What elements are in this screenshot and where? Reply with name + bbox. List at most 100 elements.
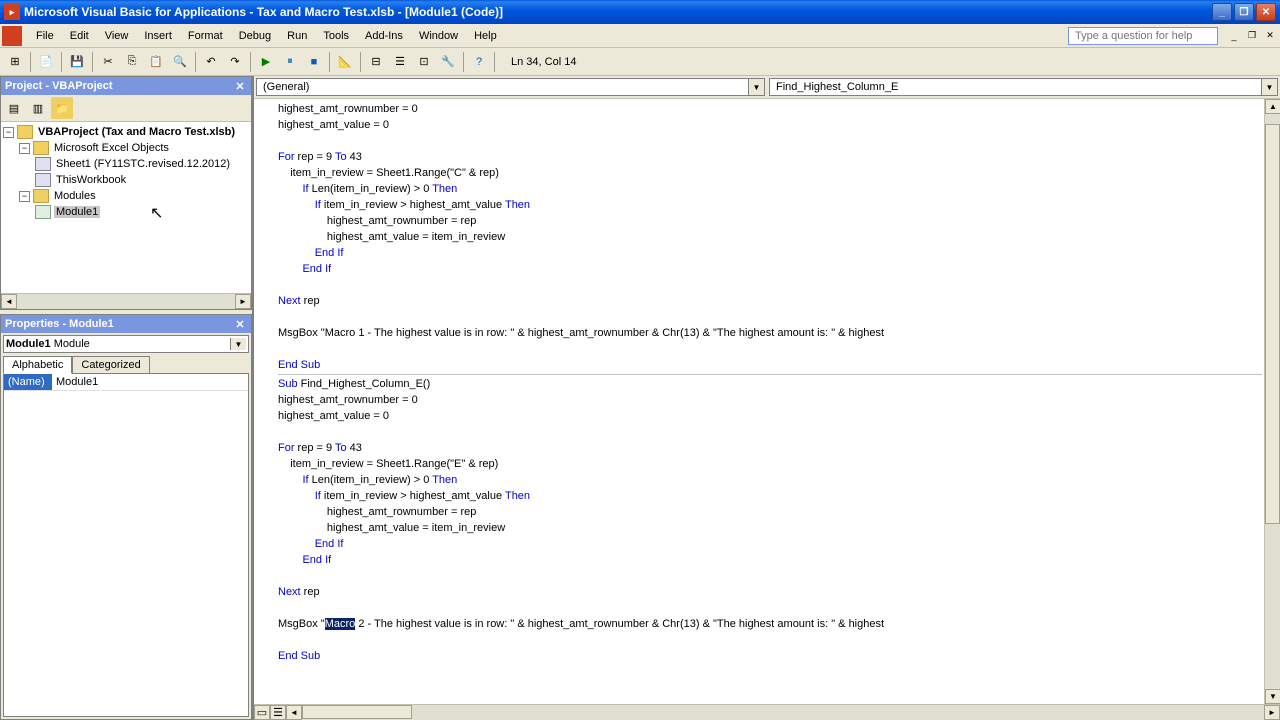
code-hscrollbar[interactable]: ▭ ☰ ◄ ► [254,704,1280,720]
tree-excel-objects[interactable]: Microsoft Excel Objects [52,142,171,154]
code-vscrollbar[interactable]: ▲ ▼ [1264,99,1280,704]
cursor-position-label: Ln 34, Col 14 [507,54,580,70]
object-browser-button[interactable]: ⊡ [413,51,435,73]
tab-alphabetic[interactable]: Alphabetic [3,356,72,374]
menubar: File Edit View Insert Format Debug Run T… [0,24,1280,48]
cut-button[interactable]: ✂ [97,51,119,73]
app-icon: ▸ [4,4,20,20]
mdi-minimize-button[interactable]: _ [1226,29,1242,43]
sheet-icon [35,157,51,171]
mdi-close-button[interactable]: ✕ [1262,29,1278,43]
project-panel-close-button[interactable]: ✕ [233,79,247,93]
scroll-down-button[interactable]: ▼ [1265,689,1280,704]
scroll-left-button[interactable]: ◄ [286,705,302,720]
help-search-input[interactable] [1068,27,1218,45]
menu-tools[interactable]: Tools [315,27,357,45]
menu-insert[interactable]: Insert [136,27,180,45]
dropdown-icon[interactable]: ▼ [748,79,764,95]
code-editor-area: (General) ▼ Find_Highest_Column_E ▼ high… [254,76,1280,720]
minimize-button[interactable]: _ [1212,3,1232,21]
project-icon [17,125,33,139]
project-tree[interactable]: − VBAProject (Tax and Macro Test.xlsb) −… [1,122,251,293]
menu-run[interactable]: Run [279,27,315,45]
titlebar[interactable]: ▸ Microsoft Visual Basic for Application… [0,0,1280,24]
menu-edit[interactable]: Edit [62,27,97,45]
view-object-button[interactable]: ▥ [27,97,49,119]
paste-button[interactable]: 📋 [145,51,167,73]
toolbox-button[interactable]: 🔧 [437,51,459,73]
insert-button[interactable]: 📄 [35,51,57,73]
menu-debug[interactable]: Debug [231,27,279,45]
folder-icon [33,189,49,203]
menu-help[interactable]: Help [466,27,505,45]
tree-root[interactable]: VBAProject (Tax and Macro Test.xlsb) [36,126,237,138]
project-panel-title-text: Project - VBAProject [5,80,113,92]
reset-button[interactable]: ■ [303,51,325,73]
undo-button[interactable]: ↶ [200,51,222,73]
project-hscrollbar[interactable]: ◄ ► [1,293,251,309]
toggle-folders-button[interactable]: 📁 [51,97,73,119]
run-button[interactable]: ▶ [255,51,277,73]
props-panel-title: Properties - Module1 ✕ [1,315,251,333]
design-mode-button[interactable]: 📐 [334,51,356,73]
object-dropdown-value: (General) [257,79,748,95]
vba-icon [2,26,22,46]
scroll-up-button[interactable]: ▲ [1265,99,1280,114]
prop-name-value[interactable]: Module1 [52,374,248,390]
code-editor[interactable]: highest_amt_rownumber = 0 highest_amt_va… [254,99,1264,704]
selected-text: Macro [325,618,356,630]
workbook-icon [35,173,51,187]
menu-window[interactable]: Window [411,27,466,45]
project-explorer-panel: Project - VBAProject ✕ ▤ ▥ 📁 − VBAProjec… [0,76,252,310]
scroll-thumb[interactable] [302,705,412,719]
help-button[interactable]: ? [468,51,490,73]
view-code-button[interactable]: ▤ [3,97,25,119]
window-title: Microsoft Visual Basic for Applications … [24,5,1212,19]
menu-addins[interactable]: Add-Ins [357,27,411,45]
procedure-dropdown-value: Find_Highest_Column_E [770,79,1261,95]
maximize-button[interactable]: ❐ [1234,3,1254,21]
properties-panel: Properties - Module1 ✕ Module1 Module ▼ … [0,314,252,720]
menu-view[interactable]: View [97,27,137,45]
toolbar: ⊞ 📄 💾 ✂ ⎘ 📋 🔍 ↶ ↷ ▶ ⏸ ■ 📐 ⊟ ☰ ⊡ 🔧 ? Ln 3… [0,48,1280,76]
tree-module1[interactable]: Module1 [54,206,100,218]
properties-grid[interactable]: (Name) Module1 [3,373,249,717]
break-button[interactable]: ⏸ [279,51,301,73]
tree-thisworkbook[interactable]: ThisWorkbook [54,174,128,186]
menu-file[interactable]: File [28,27,62,45]
scroll-thumb[interactable] [1265,124,1280,524]
find-button[interactable]: 🔍 [169,51,191,73]
scroll-right-button[interactable]: ► [1264,705,1280,720]
properties-button[interactable]: ☰ [389,51,411,73]
prop-name-label: (Name) [4,374,52,390]
tree-toggle-icon[interactable]: − [19,191,30,202]
dropdown-icon[interactable]: ▼ [230,338,246,350]
props-panel-close-button[interactable]: ✕ [233,317,247,331]
tree-modules-folder[interactable]: Modules [52,190,98,202]
tree-sheet1[interactable]: Sheet1 (FY11STC.revised.12.2012) [54,158,232,170]
scroll-right-button[interactable]: ► [235,294,251,309]
props-panel-title-text: Properties - Module1 [5,318,114,330]
dropdown-icon[interactable]: ▼ [1261,79,1277,95]
view-excel-button[interactable]: ⊞ [4,51,26,73]
copy-button[interactable]: ⎘ [121,51,143,73]
procedure-view-button[interactable]: ▭ [254,705,270,720]
tab-categorized[interactable]: Categorized [72,356,149,374]
props-object-combo[interactable]: Module1 Module ▼ [3,335,249,353]
procedure-dropdown[interactable]: Find_Highest_Column_E ▼ [769,78,1278,96]
project-explorer-button[interactable]: ⊟ [365,51,387,73]
full-module-view-button[interactable]: ☰ [270,705,286,720]
redo-button[interactable]: ↷ [224,51,246,73]
props-combo-name: Module1 [6,338,51,350]
folder-icon [33,141,49,155]
menu-format[interactable]: Format [180,27,231,45]
save-button[interactable]: 💾 [66,51,88,73]
module-icon [35,205,51,219]
object-dropdown[interactable]: (General) ▼ [256,78,765,96]
tree-toggle-icon[interactable]: − [3,127,14,138]
scroll-left-button[interactable]: ◄ [1,294,17,309]
props-combo-type: Module [54,338,90,350]
close-button[interactable]: ✕ [1256,3,1276,21]
tree-toggle-icon[interactable]: − [19,143,30,154]
mdi-restore-button[interactable]: ❐ [1244,29,1260,43]
